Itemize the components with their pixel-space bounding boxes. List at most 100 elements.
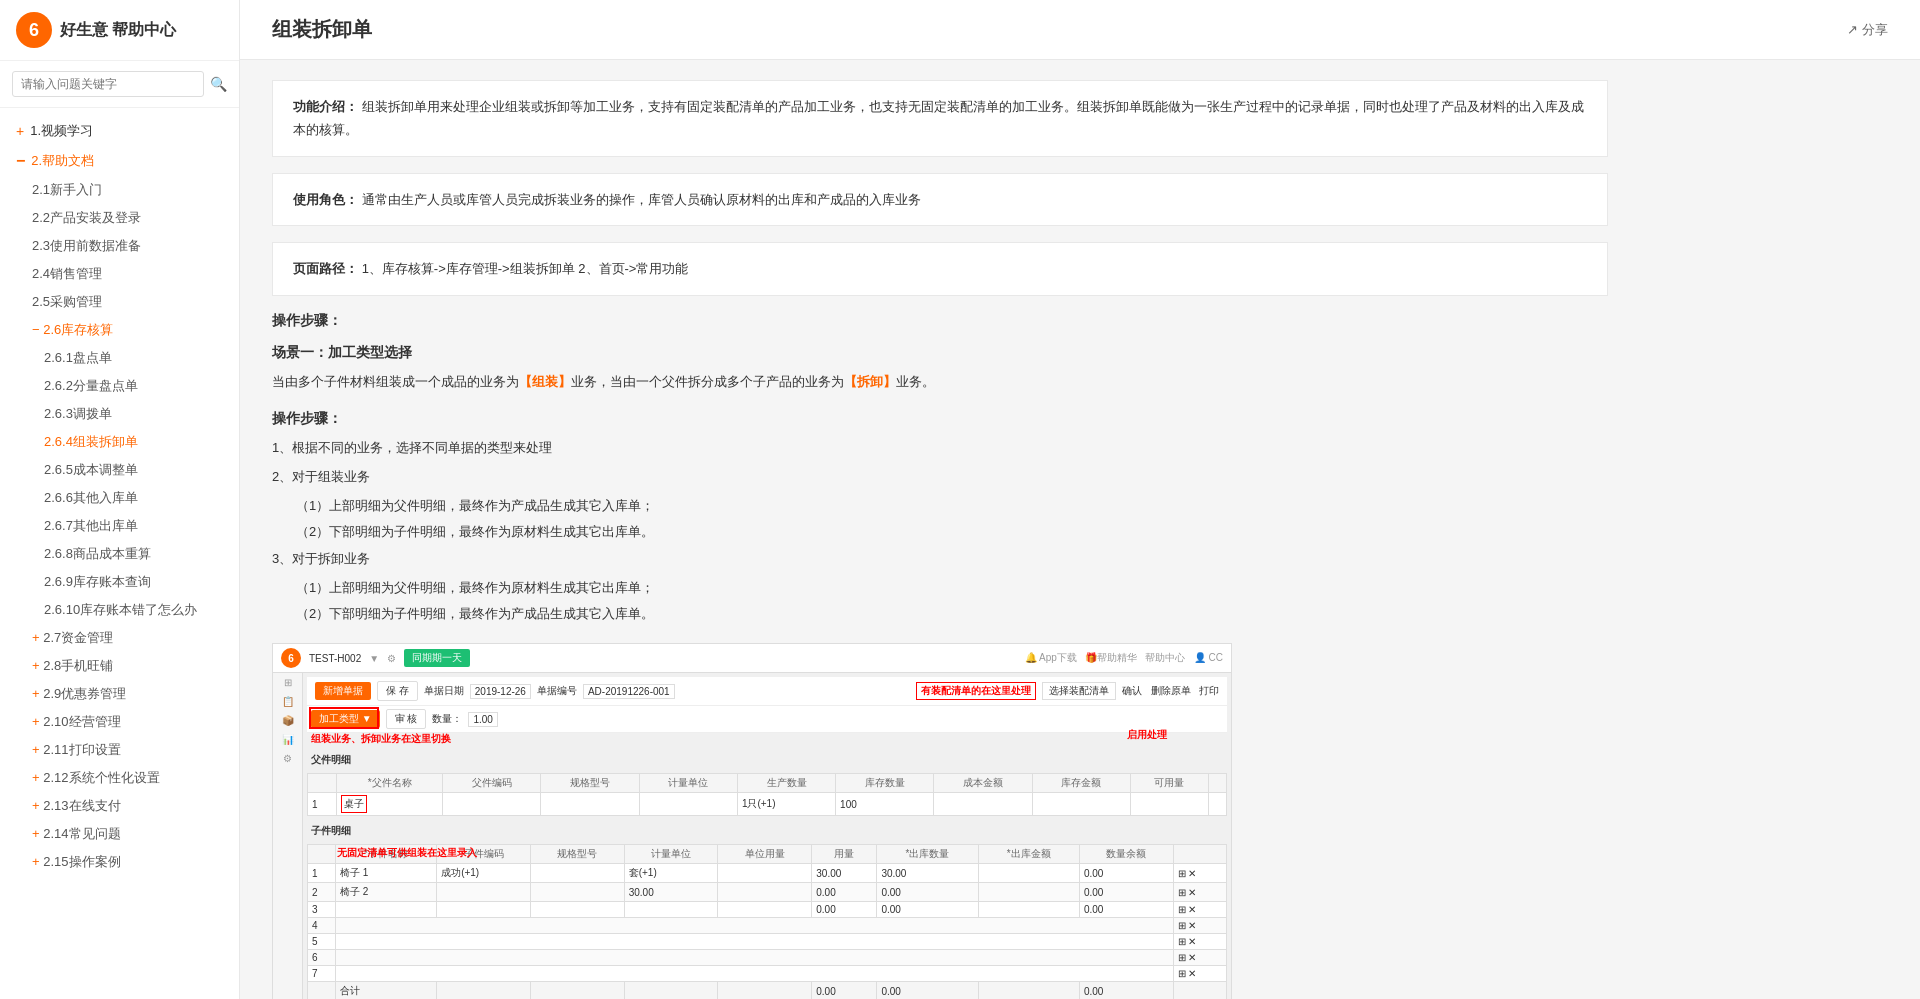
mock-col-spec: 规格型号 [541,774,639,793]
sidebar-item-other-in[interactable]: 2.6.6其他入库单 [0,484,239,512]
path-block: 页面路径： 1、库存核算->库存管理->组装拆卸单 2、首页->常用功能 [272,242,1608,295]
mock-upper-table-label: 父件明细 [307,751,1227,769]
table-row: 3 0.00 0.00 0.00 [308,902,1227,918]
mock-col-qty-bal: 数量余额 [1079,845,1173,864]
logo-text: 好生意 帮助中心 [60,20,176,41]
mock-logo: 6 [281,648,301,668]
mock-col-check [308,774,337,793]
table-row: 1 椅子 1 成功(+1) 套(+1) 30.00 30.00 0.0 [308,864,1227,883]
content-area: 功能介绍： 组装拆卸单用来处理企业组装或拆卸等加工业务，支持有固定装配清单的产品… [240,60,1640,999]
sidebar-item-videos[interactable]: + 1.视频学习 [0,116,239,146]
role-block: 使用角色： 通常由生产人员或库管人员完成拆装业务的操作，库管人员确认原材料的出库… [272,173,1608,226]
table-row: 6 ⊞ ✕ [308,950,1227,966]
mock-approve-btn[interactable]: 审 核 [386,709,427,729]
mock-settings-icon: ⚙ [387,653,396,664]
sidebar-item-print[interactable]: + 2.11打印设置 [0,736,239,764]
expand-icon: + [16,123,24,139]
table-row: 7 ⊞ ✕ [308,966,1227,982]
mock-code-value: AD-20191226-001 [583,684,675,699]
mock-toolbar-row: 新增单据 保 存 单据日期 2019-12-26 单据编号 AD-2019122… [307,677,1227,706]
step-3-1: （1）上部明细为父件明细，最终作为原材料生成其它出库单； [272,576,1608,601]
mock-count-value: 1.00 [468,712,497,727]
mock-col-parent-code: 父件编码 [443,774,541,793]
mock-bom-select[interactable]: 选择装配清单 [1042,682,1116,700]
logo-icon: 6 [16,12,52,48]
mock-col-parent-name: *父件名称 [337,774,443,793]
mock-code-label: 单据编号 [537,684,577,698]
step-3: 3、对于拆卸业务 [272,547,1608,572]
sidebar-item-purchase[interactable]: 2.5采购管理 [0,288,239,316]
sidebar-item-funds[interactable]: + 2.7资金管理 [0,624,239,652]
sidebar-item-system[interactable]: + 2.12系统个性化设置 [0,764,239,792]
mock-col-qty: 生产数量 [737,774,835,793]
mock-col-out-qty: *出库数量 [877,845,978,864]
table-row: 4 ⊞ ✕ [308,918,1227,934]
sidebar-item-management[interactable]: + 2.10经营管理 [0,708,239,736]
mock-new-btn[interactable]: 新增单据 [315,682,371,700]
mock-type-btn[interactable]: 加工类型 ▼ [311,710,380,728]
sidebar-item-cost-recalc[interactable]: 2.6.8商品成本重算 [0,540,239,568]
table-footer: 合计 0.00 0.00 0.00 [308,982,1227,999]
step-2-1: （1）上部明细为父件明细，最终作为产成品生成其它入库单； [272,494,1608,519]
mock-company: TEST-H002 [309,653,361,664]
sidebar-item-newuser[interactable]: 2.1新手入门 [0,176,239,204]
mock-row-name: 桌子 [337,793,443,816]
sidebar-item-cost-adj[interactable]: 2.6.5成本调整单 [0,456,239,484]
nav-list: + 1.视频学习 − 2.帮助文档 2.1新手入门 2.2产品安装及登录 2.3… [0,108,239,999]
mock-sync-btn[interactable]: 同期期一天 [404,649,470,667]
share-button[interactable]: ↗ 分享 [1847,21,1888,39]
sidebar-item-payment[interactable]: + 2.13在线支付 [0,792,239,820]
mock-row-num: 1 [308,793,337,816]
mock-save-btn[interactable]: 保 存 [377,681,418,701]
mock-topbar: 6 TEST-H002 ▼ ⚙ 同期期一天 🔔 App下载 🎁帮助精华 帮助中心… [273,644,1231,673]
table-row: 2 椅子 2 30.00 0.00 0.00 0.00 [308,883,1227,902]
search-icon[interactable]: 🔍 [210,76,227,92]
search-input[interactable] [12,71,204,97]
sidebar-item-transfer[interactable]: 2.6.3调拨单 [0,400,239,428]
mock-nav-icon-1: ⊞ [284,677,292,688]
sidebar-item-partial-stocktake[interactable]: 2.6.2分量盘点单 [0,372,239,400]
mock-col-stock: 库存数量 [836,774,934,793]
mock-right-icons: 🔔 App下载 🎁帮助精华 帮助中心 👤 CC [1025,651,1223,665]
sidebar-item-other-out[interactable]: 2.6.7其他出库单 [0,512,239,540]
sidebar-item-install[interactable]: 2.2产品安装及登录 [0,204,239,232]
path-text: 1、库存核算->库存管理->组装拆卸单 2、首页->常用功能 [362,261,689,276]
sidebar-item-stocktake[interactable]: 2.6.1盘点单 [0,344,239,372]
sidebar-item-mobile[interactable]: + 2.8手机旺铺 [0,652,239,680]
mock-body: ⊞ 📋 📦 📊 ⚙ 新增单据 保 存 单据日期 2019-12-2 [273,673,1231,999]
table-row: 1 桌子 1只(+1) 100 [308,793,1227,816]
mock-date-value: 2019-12-26 [470,684,531,699]
step-2-2: （2）下部明细为子件明细，最终作为原材料生成其它出库单。 [272,520,1608,545]
mock-col-child-spec: 规格型号 [530,845,624,864]
mock-col-stockval: 库存金额 [1032,774,1130,793]
sidebar-item-coupon[interactable]: + 2.9优惠券管理 [0,680,239,708]
mock-nav-icon-2: 📋 [282,696,294,707]
sidebar-item-label: 1.视频学习 [30,122,93,140]
step-list: 1、根据不同的业务，选择不同单据的类型来处理 2、对于组装业务 （1）上部明细为… [272,436,1608,627]
mock-col-usage: 用量 [812,845,877,864]
mock-annotation5: 无固定清单可供组装在这里录入 [337,846,477,860]
step-2: 2、对于组装业务 [272,465,1608,490]
share-icon: ↗ [1847,22,1858,37]
mock-name-input[interactable]: 桌子 [341,795,367,813]
mock-annotation1: 有装配清单的在这里处理 [916,682,1036,700]
page-title: 组装拆卸单 [272,16,372,43]
sidebar-item-assembly[interactable]: 2.6.4组装拆卸单 [0,428,239,456]
role-label: 使用角色： [293,192,358,207]
sidebar-item-inventory[interactable]: − 2.6库存核算 [0,316,239,344]
collapse-icon: − [16,152,25,170]
mock-lower-table: *子件名称 子件编码 规格型号 计量单位 单位用量 用量 *出库数量 *出库金额… [307,844,1227,999]
sidebar-item-inventory-query[interactable]: 2.6.9库存账本查询 [0,568,239,596]
sidebar-item-dataprep[interactable]: 2.3使用前数据准备 [0,232,239,260]
share-label: 分享 [1862,21,1888,39]
sidebar-item-faq[interactable]: + 2.14常见问题 [0,820,239,848]
mock-col-avail: 可用量 [1130,774,1208,793]
sidebar-item-docs[interactable]: − 2.帮助文档 [0,146,239,176]
sidebar-item-sales[interactable]: 2.4销售管理 [0,260,239,288]
mock-nav-icon-5: ⚙ [283,753,292,764]
sidebar-item-inventory-error[interactable]: 2.6.10库存账本错了怎么办 [0,596,239,624]
sidebar-item-cases[interactable]: + 2.15操作案例 [0,848,239,876]
mock-extra-btns: 确认 删除原单 打印 [1122,684,1219,698]
ops-steps2-label: 操作步骤： [272,410,1608,428]
table-row: 5 ⊞ ✕ [308,934,1227,950]
